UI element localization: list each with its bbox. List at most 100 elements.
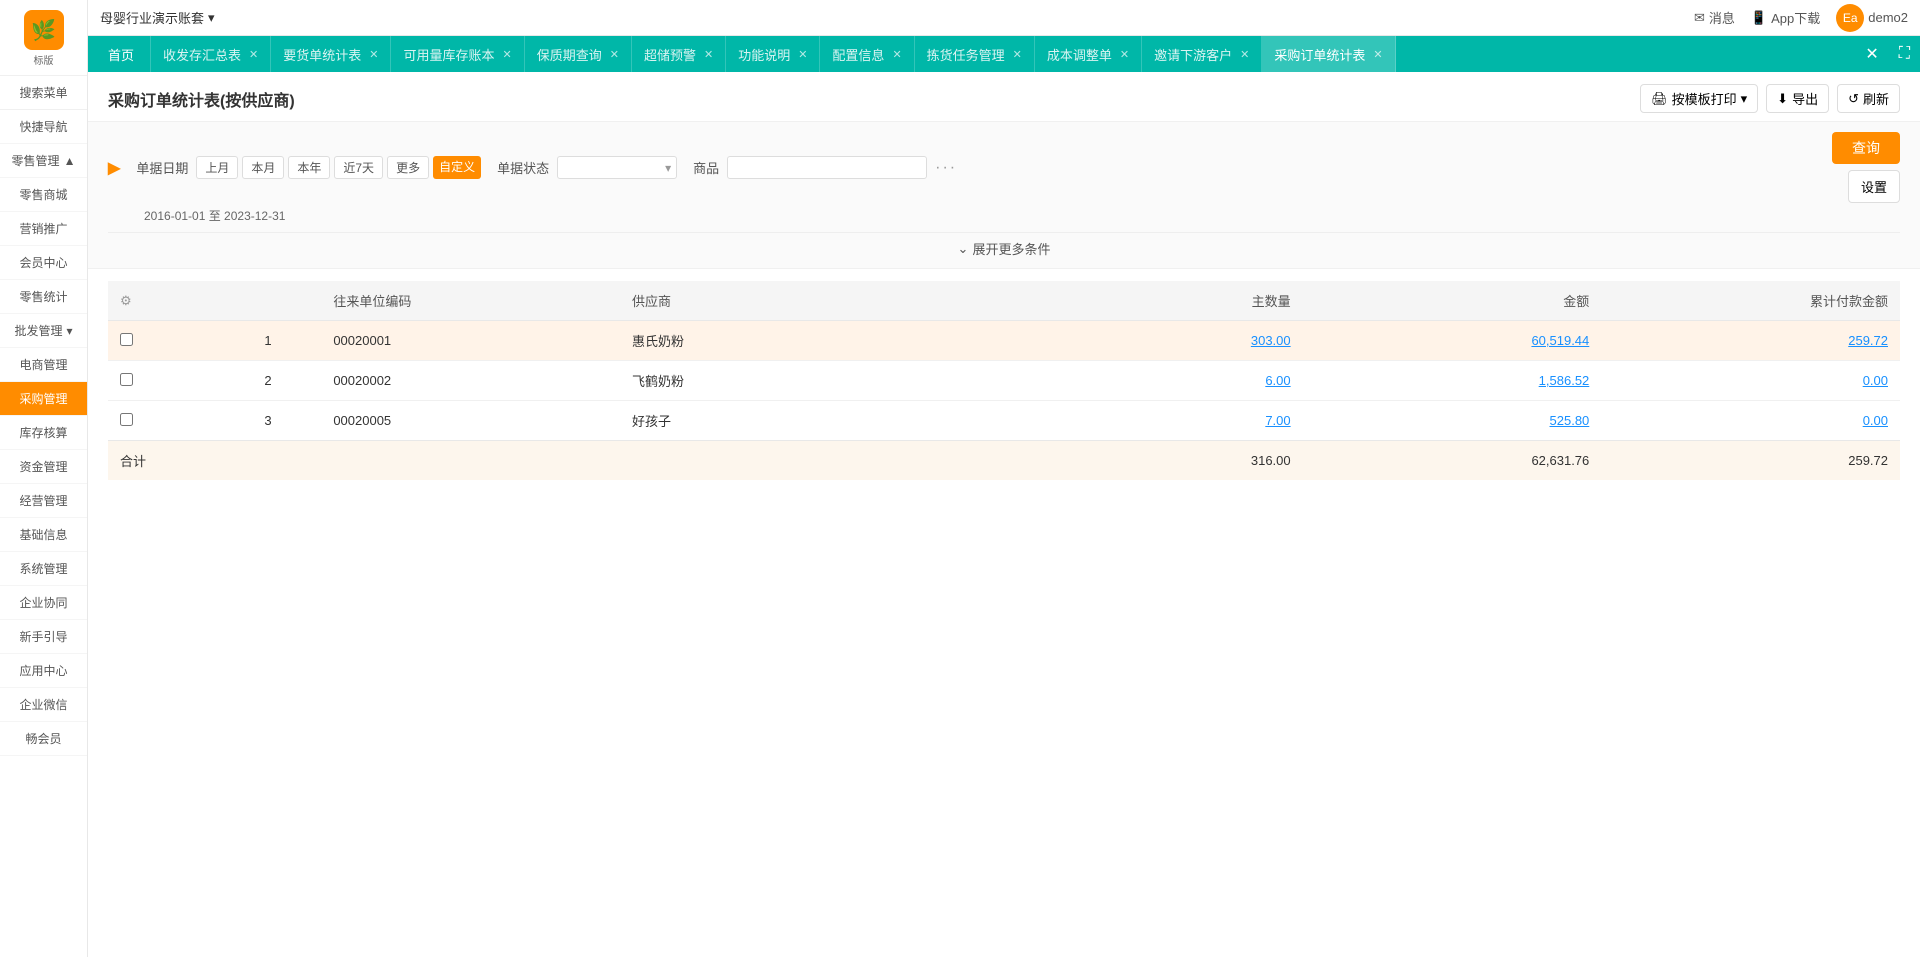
row-checkbox-3[interactable] xyxy=(120,413,133,426)
shortcut-this-year[interactable]: 本年 xyxy=(288,156,330,179)
custom-date-badge[interactable]: 自定义 xyxy=(433,156,481,179)
td-paid-2[interactable]: 0.00 xyxy=(1601,361,1900,401)
sidebar-item-marketing[interactable]: 营销推广 xyxy=(0,212,87,246)
tab-requisition-stat-close-icon[interactable]: ✕ xyxy=(369,48,378,61)
sidebar-item-ops[interactable]: 经营管理 xyxy=(0,484,87,518)
tab-purchase-order-stat-close-icon[interactable]: ✕ xyxy=(1373,48,1382,61)
sidebar-item-ecommerce[interactable]: 电商管理 xyxy=(0,348,87,382)
tab-cost-adjust-label: 成本调整单 xyxy=(1047,45,1112,64)
sidebar-item-vip[interactable]: 畅会员 xyxy=(0,722,87,756)
td-supplier-3: 好孩子 xyxy=(620,401,1047,441)
search-menu-button[interactable]: 搜索菜单 xyxy=(0,76,87,110)
app-download-button[interactable]: 📱 App下载 xyxy=(1751,8,1820,27)
tab-purchase-order-stat[interactable]: 采购订单统计表 ✕ xyxy=(1262,36,1395,72)
template-print-button[interactable]: 🖨 按模板打印 ▾ xyxy=(1640,84,1758,113)
refresh-button[interactable]: ↺ 刷新 xyxy=(1837,84,1900,113)
sidebar-item-member[interactable]: 会员中心 xyxy=(0,246,87,280)
td-supplier-2: 飞鹤奶粉 xyxy=(620,361,1047,401)
expand-tabs-icon[interactable]: ⛶ xyxy=(1893,45,1916,63)
row-checkbox-1[interactable] xyxy=(120,333,133,346)
td-qty-3[interactable]: 7.00 xyxy=(1047,401,1303,441)
tab-pick-task[interactable]: 拣货任务管理 ✕ xyxy=(915,36,1035,72)
sidebar-item-basic[interactable]: 基础信息 xyxy=(0,518,87,552)
tab-cost-adjust[interactable]: 成本调整单 ✕ xyxy=(1035,36,1142,72)
qty-link-2[interactable]: 6.00 xyxy=(1265,373,1290,388)
sidebar-item-wechat[interactable]: 企业微信 xyxy=(0,688,87,722)
sidebar-item-newbie[interactable]: 新手引导 xyxy=(0,620,87,654)
sidebar-item-vip-label: 畅会员 xyxy=(25,730,61,747)
sidebar-item-app-center[interactable]: 应用中心 xyxy=(0,654,87,688)
td-amount-1[interactable]: 60,519.44 xyxy=(1303,321,1602,361)
topbar-right: ✉ 消息 📱 App下载 Ea demo2 xyxy=(1694,4,1908,32)
tab-over-stock-warning-close-icon[interactable]: ✕ xyxy=(704,48,713,61)
paid-link-2[interactable]: 0.00 xyxy=(1863,373,1888,388)
td-amount-3[interactable]: 525.80 xyxy=(1303,401,1602,441)
close-all-tabs-icon[interactable]: ✕ xyxy=(1859,44,1884,64)
tab-requisition-stat[interactable]: 要货单统计表 ✕ xyxy=(271,36,391,72)
td-paid-1[interactable]: 259.72 xyxy=(1601,321,1900,361)
paid-link-3[interactable]: 0.00 xyxy=(1863,413,1888,428)
tab-available-stock-label: 可用量库存账本 xyxy=(403,45,494,64)
qty-link-3[interactable]: 7.00 xyxy=(1265,413,1290,428)
sidebar-item-retail[interactable]: 零售管理 ▲ xyxy=(0,144,87,178)
amount-link-2[interactable]: 1,586.52 xyxy=(1539,373,1590,388)
sidebar-item-purchase[interactable]: 采购管理 xyxy=(0,382,87,416)
amount-link-3[interactable]: 525.80 xyxy=(1550,413,1590,428)
td-qty-2[interactable]: 6.00 xyxy=(1047,361,1303,401)
user-profile-button[interactable]: Ea demo2 xyxy=(1836,4,1908,32)
td-paid-3[interactable]: 0.00 xyxy=(1601,401,1900,441)
tab-home[interactable]: 首页 xyxy=(92,36,151,72)
filter-expand-icon[interactable]: ▶ xyxy=(108,158,120,178)
sidebar-item-inventory-label: 库存核算 xyxy=(19,424,67,441)
tab-config-info[interactable]: 配置信息 ✕ xyxy=(820,36,914,72)
sidebar-item-quick-nav[interactable]: 快捷导航 xyxy=(0,110,87,144)
tab-available-stock-close-icon[interactable]: ✕ xyxy=(503,48,512,61)
sidebar-item-collab[interactable]: 企业协同 xyxy=(0,586,87,620)
tab-function-desc-close-icon[interactable]: ✕ xyxy=(798,48,807,61)
status-select[interactable] xyxy=(557,156,677,179)
td-amount-2[interactable]: 1,586.52 xyxy=(1303,361,1602,401)
goods-more-icon[interactable]: ··· xyxy=(935,159,957,177)
tab-invite-downstream[interactable]: 邀请下游客户 ✕ xyxy=(1142,36,1262,72)
quick-nav-label: 快捷导航 xyxy=(19,118,67,135)
goods-input[interactable] xyxy=(727,156,927,179)
qty-link-1[interactable]: 303.00 xyxy=(1251,333,1291,348)
tab-pick-task-close-icon[interactable]: ✕ xyxy=(1013,48,1022,61)
tab-function-desc[interactable]: 功能说明 ✕ xyxy=(726,36,820,72)
column-settings-icon[interactable]: ⚙ xyxy=(120,293,132,308)
td-checkbox-2[interactable] xyxy=(108,361,215,401)
shortcut-this-month[interactable]: 本月 xyxy=(242,156,284,179)
settings-button[interactable]: 设置 xyxy=(1848,170,1900,203)
tab-collect-send[interactable]: 收发存汇总表 ✕ xyxy=(151,36,271,72)
query-button[interactable]: 查询 xyxy=(1832,132,1900,164)
tab-config-info-close-icon[interactable]: ✕ xyxy=(892,48,901,61)
sidebar-item-retail-stat[interactable]: 零售统计 xyxy=(0,280,87,314)
sidebar-item-marketing-label: 营销推广 xyxy=(19,220,67,237)
sidebar-item-system[interactable]: 系统管理 xyxy=(0,552,87,586)
expand-more-button[interactable]: ⌄ 展开更多条件 xyxy=(108,232,1900,258)
sidebar-item-finance[interactable]: 资金管理 xyxy=(0,450,87,484)
tab-over-stock-warning[interactable]: 超储预警 ✕ xyxy=(632,36,726,72)
tab-expiry-query-close-icon[interactable]: ✕ xyxy=(610,48,619,61)
td-qty-1[interactable]: 303.00 xyxy=(1047,321,1303,361)
table-body: 1 00020001 惠氏奶粉 303.00 60,519.44 259.72 … xyxy=(108,321,1900,441)
tab-invite-downstream-close-icon[interactable]: ✕ xyxy=(1240,48,1249,61)
export-button[interactable]: ⬇ 导出 xyxy=(1766,84,1829,113)
tab-collect-send-close-icon[interactable]: ✕ xyxy=(249,48,258,61)
tab-available-stock[interactable]: 可用量库存账本 ✕ xyxy=(391,36,524,72)
sidebar-item-wholesale[interactable]: 批发管理 ▾ xyxy=(0,314,87,348)
shortcut-more[interactable]: 更多 xyxy=(387,156,429,179)
tab-cost-adjust-close-icon[interactable]: ✕ xyxy=(1120,48,1129,61)
sidebar-item-inventory[interactable]: 库存核算 xyxy=(0,416,87,450)
sidebar-item-retail-mall[interactable]: 零售商城 xyxy=(0,178,87,212)
td-checkbox-3[interactable] xyxy=(108,401,215,441)
shortcut-7days[interactable]: 近7天 xyxy=(334,156,383,179)
message-button[interactable]: ✉ 消息 xyxy=(1694,8,1735,27)
row-checkbox-2[interactable] xyxy=(120,373,133,386)
td-checkbox[interactable] xyxy=(108,321,215,361)
shortcut-last-month[interactable]: 上月 xyxy=(196,156,238,179)
paid-link-1[interactable]: 259.72 xyxy=(1848,333,1888,348)
workspace-selector[interactable]: 母婴行业演示账套 ▾ xyxy=(100,8,215,27)
amount-link-1[interactable]: 60,519.44 xyxy=(1531,333,1589,348)
tab-expiry-query[interactable]: 保质期查询 ✕ xyxy=(525,36,632,72)
